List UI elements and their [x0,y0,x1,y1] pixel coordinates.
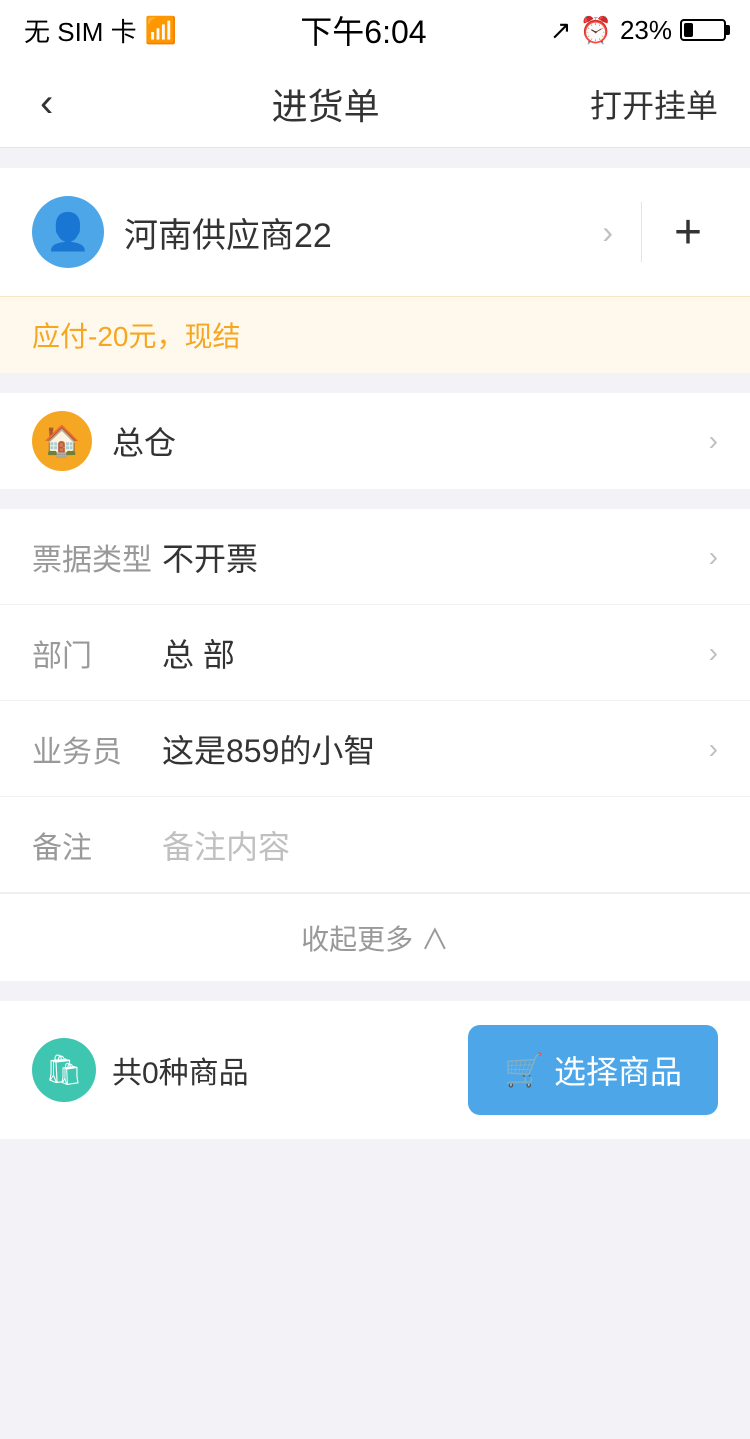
cart-emoji-icon: 🛍 [45,1053,83,1088]
avatar-icon: 👤 [46,211,91,253]
select-product-label: 选择商品 [554,1047,682,1093]
warehouse-name: 总仓 [112,418,709,464]
department-chevron-icon: › [709,637,718,669]
location-icon: ↗ [550,15,572,46]
salesperson-label: 业务员 [32,727,162,771]
salesperson-chevron-icon: › [709,733,718,765]
status-bar: 无 SIM 卡 📶 下午6:04 ↗ ⏰ 23% [0,0,750,60]
remarks-label: 备注 [32,823,162,867]
select-cart-icon: 🛒 [504,1051,544,1089]
collapse-button[interactable]: 收起更多 ∧ [0,893,750,981]
fields-card: 票据类型 不开票 › 部门 总 部 › 业务员 这是859的小智 › 备注 备注… [0,509,750,981]
cart-icon: 🛍 [32,1038,96,1102]
supplier-row[interactable]: 👤 河南供应商22 › + [0,168,750,296]
supplier-divider [641,202,642,262]
nav-bar: ‹ 进货单 打开挂单 [0,60,750,148]
supplier-card: 👤 河南供应商22 › + 应付-20元，现结 [0,168,750,373]
bottom-fill-area [0,1139,750,1439]
warehouse-chevron-icon: › [709,425,718,457]
bottom-bar: 🛍 共0种商品 🛒 选择商品 [0,1001,750,1139]
carrier-label: 无 SIM 卡 [24,12,137,49]
supplier-avatar: 👤 [32,196,104,268]
add-supplier-button[interactable]: + [658,197,718,268]
gap-3 [0,489,750,509]
remarks-row[interactable]: 备注 备注内容 [0,797,750,893]
wifi-icon: 📶 [145,15,177,46]
department-row[interactable]: 部门 总 部 › [0,605,750,701]
alarm-icon: ⏰ [580,15,612,46]
salesperson-row[interactable]: 业务员 这是859的小智 › [0,701,750,797]
select-product-button[interactable]: 🛒 选择商品 [468,1025,718,1115]
back-button[interactable]: ‹ [32,73,61,134]
invoice-type-label: 票据类型 [32,535,162,579]
department-value: 总 部 [162,630,709,676]
page-title: 进货单 [272,78,380,130]
supplier-name: 河南供应商22 [124,208,602,257]
notice-bar: 应付-20元，现结 [0,296,750,373]
remarks-placeholder: 备注内容 [162,822,718,868]
notice-text: 应付-20元，现结 [32,321,240,352]
warehouse-card: 🏠 总仓 › [0,393,750,489]
status-time: 下午6:04 [300,7,426,53]
supplier-chevron-icon: › [602,214,613,251]
salesperson-value: 这是859的小智 [162,726,709,772]
warehouse-icon: 🏠 [32,411,92,471]
battery-icon [680,19,726,41]
battery-percent: 23% [620,15,672,46]
product-count-text: 共0种商品 [112,1048,249,1092]
gap-2 [0,373,750,393]
invoice-type-value: 不开票 [162,534,709,580]
invoice-chevron-icon: › [709,541,718,573]
collapse-label: 收起更多 ∧ [301,918,449,958]
status-left: 无 SIM 卡 📶 [24,12,177,49]
gap-4 [0,981,750,1001]
house-icon: 🏠 [43,424,80,459]
warehouse-row[interactable]: 🏠 总仓 › [0,393,750,489]
status-right: ↗ ⏰ 23% [550,15,726,46]
product-count-area: 🛍 共0种商品 [32,1038,249,1102]
invoice-type-row[interactable]: 票据类型 不开票 › [0,509,750,605]
open-pending-button[interactable]: 打开挂单 [590,81,718,127]
department-label: 部门 [32,631,162,675]
gap-1 [0,148,750,168]
